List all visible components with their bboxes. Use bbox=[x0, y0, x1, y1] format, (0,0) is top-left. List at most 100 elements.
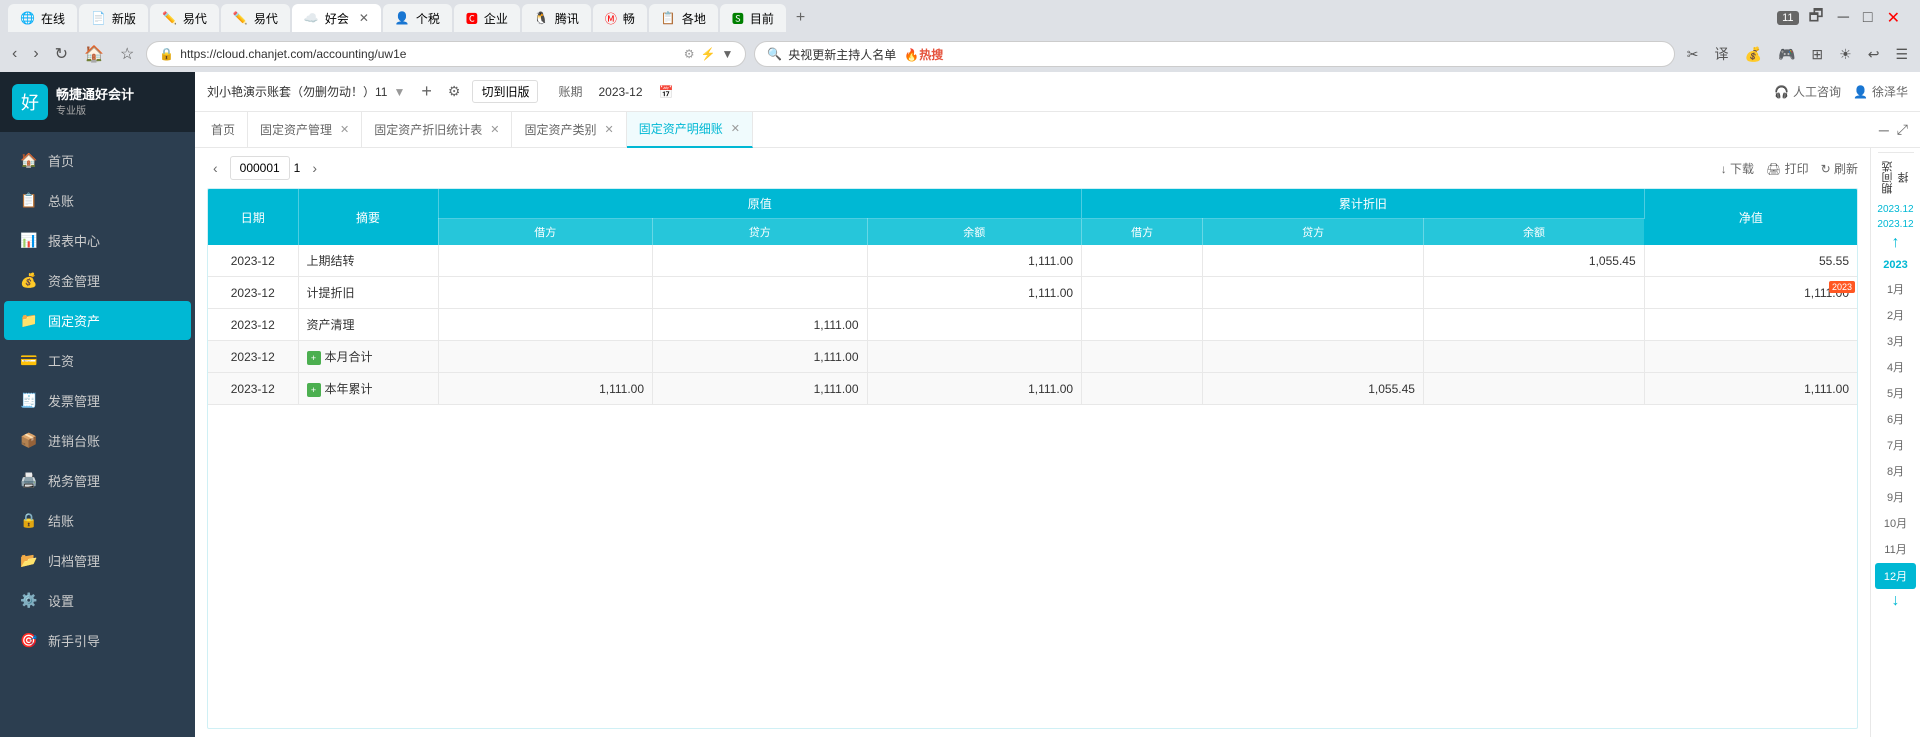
browser-tab-4[interactable]: ✏️ 易代 bbox=[221, 4, 290, 32]
hot-search-label[interactable]: 🔥热搜 bbox=[904, 46, 943, 63]
headset-icon: 🎧 bbox=[1774, 85, 1789, 99]
ledger-table: 日期 摘要 原值 累计折旧 净值 借方 贷方 余额 借方 bbox=[207, 188, 1858, 729]
tab-fixed-assets-mgmt[interactable]: 固定资产管理 ✕ bbox=[248, 112, 362, 148]
browser-tab-10[interactable]: 📋 各地 bbox=[649, 4, 718, 32]
cell-dep-debit-2 bbox=[1082, 277, 1203, 309]
tab-depreciation-stats[interactable]: 固定资产折旧统计表 ✕ bbox=[362, 112, 512, 148]
home-button[interactable]: 🏠 bbox=[80, 40, 108, 68]
page-number-input[interactable] bbox=[230, 156, 290, 180]
browser-tab-3[interactable]: ✏️ 易代 bbox=[150, 4, 219, 32]
sidebar-label-purchase-sales: 进销台账 bbox=[48, 431, 100, 450]
maximize-button[interactable]: □ bbox=[1859, 5, 1877, 31]
prev-page-button[interactable]: ‹ bbox=[207, 158, 224, 178]
user-info[interactable]: 👤 徐泽华 bbox=[1853, 83, 1908, 100]
address-bar[interactable]: 🔒 https://cloud.chanjet.com/accounting/u… bbox=[146, 41, 746, 67]
restore-window-button[interactable]: 🗗 bbox=[1805, 1, 1828, 36]
period-scroll-down-button[interactable]: ↓ bbox=[1871, 590, 1920, 612]
tab-close-5[interactable]: ✕ bbox=[359, 11, 369, 25]
period-label: 账期 bbox=[558, 83, 582, 100]
annual-icon: + bbox=[307, 383, 321, 397]
sidebar-item-guide[interactable]: 🎯 新手引导 bbox=[4, 621, 191, 660]
sidebar-item-funds[interactable]: 💰 资金管理 bbox=[4, 261, 191, 300]
account-selector[interactable]: 刘小艳演示账套（勿删勿动！）11 ▼ bbox=[207, 83, 405, 100]
tab-fixed-assets-mgmt-label: 固定资产管理 bbox=[260, 121, 332, 138]
period-month-9[interactable]: 9月 bbox=[1871, 484, 1920, 510]
search-bar[interactable]: 🔍 央视更新主持人名单 🔥热搜 bbox=[754, 41, 1674, 67]
back-button[interactable]: ‹ bbox=[8, 41, 21, 67]
browser-tab-9[interactable]: Ⓜ 畅 bbox=[593, 4, 647, 32]
cell-orig-credit-4: 1,111.00 bbox=[653, 341, 868, 373]
add-account-button[interactable]: + bbox=[417, 81, 436, 102]
payroll-icon: 💳 bbox=[20, 352, 38, 370]
browser-tab-1[interactable]: 🌐 在线 bbox=[8, 4, 77, 32]
brightness-icon[interactable]: ☀ bbox=[1835, 44, 1856, 65]
browser-tab-8[interactable]: 🐧 腾讯 bbox=[522, 4, 591, 32]
browser-tab-5[interactable]: ☁️ 好会 ✕ bbox=[292, 4, 381, 32]
tab-asset-category[interactable]: 固定资产类别 ✕ bbox=[512, 112, 626, 148]
browser-tab-7[interactable]: 🅲 企业 bbox=[454, 4, 520, 32]
tab-asset-detail-ledger[interactable]: 固定资产明细账 ✕ bbox=[627, 112, 753, 148]
game-icon[interactable]: 🎮 bbox=[1774, 44, 1799, 65]
sidebar-item-closing[interactable]: 🔒 结账 bbox=[4, 501, 191, 540]
sidebar-item-archive[interactable]: 📂 归档管理 bbox=[4, 541, 191, 580]
period-month-11[interactable]: 11月 bbox=[1871, 536, 1920, 562]
refresh-button[interactable]: ↻ 刷新 bbox=[1821, 160, 1858, 177]
period-scroll-up-button[interactable]: ↑ bbox=[1871, 232, 1920, 254]
history-icon[interactable]: ↩ bbox=[1864, 44, 1884, 65]
sidebar-item-settings[interactable]: ⚙️ 设置 bbox=[4, 581, 191, 620]
cell-dep-credit-1 bbox=[1203, 245, 1424, 277]
print-button[interactable]: 🖨 打印 bbox=[1766, 160, 1809, 177]
period-month-12[interactable]: 12月 bbox=[1875, 563, 1916, 589]
tab-label-6: 个税 bbox=[416, 10, 440, 27]
period-month-1[interactable]: 1月 bbox=[1871, 276, 1920, 302]
grid-icon[interactable]: ⊞ bbox=[1807, 44, 1827, 65]
download-button[interactable]: ↓ 下载 bbox=[1721, 160, 1754, 177]
minimize-tab-button[interactable]: ─ bbox=[1879, 122, 1889, 138]
browser-tab-6[interactable]: 👤 个税 bbox=[383, 4, 452, 32]
dropdown-arrow[interactable]: ▼ bbox=[721, 47, 733, 61]
period-month-5[interactable]: 5月 bbox=[1871, 380, 1920, 406]
next-page-button[interactable]: › bbox=[306, 158, 323, 178]
period-month-8[interactable]: 8月 bbox=[1871, 458, 1920, 484]
forward-button[interactable]: › bbox=[29, 41, 42, 67]
browser-tab-11[interactable]: 🆂 目前 bbox=[720, 4, 786, 32]
bookmark-button[interactable]: ☆ bbox=[116, 40, 138, 68]
tab-home[interactable]: 首页 bbox=[199, 112, 248, 148]
tab-asset-detail-ledger-close[interactable]: ✕ bbox=[731, 122, 740, 135]
period-month-10[interactable]: 10月 bbox=[1871, 510, 1920, 536]
close-window-button[interactable]: ✕ bbox=[1883, 4, 1904, 32]
cell-date-1: 2023-12 bbox=[208, 245, 298, 277]
period-month-4[interactable]: 4月 bbox=[1871, 354, 1920, 380]
tab-asset-category-close[interactable]: ✕ bbox=[605, 123, 614, 136]
sidebar-item-reports[interactable]: 📊 报表中心 bbox=[4, 221, 191, 260]
sidebar-item-purchase-sales[interactable]: 📦 进销台账 bbox=[4, 421, 191, 460]
wallet-icon[interactable]: 💰 bbox=[1741, 44, 1766, 65]
browser-tab-2[interactable]: 📄 新版 bbox=[79, 4, 148, 32]
sidebar-label-archive: 归档管理 bbox=[48, 551, 100, 570]
scissors-icon[interactable]: ✂ bbox=[1683, 44, 1703, 65]
cell-net-1: 55.55 bbox=[1644, 245, 1857, 277]
new-tab-button[interactable]: + bbox=[788, 5, 813, 31]
reload-button[interactable]: ↻ bbox=[51, 40, 72, 68]
sidebar-item-invoice[interactable]: 🧾 发票管理 bbox=[4, 381, 191, 420]
calendar-icon[interactable]: 📅 bbox=[659, 85, 674, 99]
switch-version-button[interactable]: 切到旧版 bbox=[472, 80, 538, 103]
menu-icon[interactable]: ☰ bbox=[1891, 44, 1912, 65]
sidebar-item-fixed-assets[interactable]: 📁 固定资产 bbox=[4, 301, 191, 340]
period-month-6[interactable]: 6月 bbox=[1871, 406, 1920, 432]
restore-tab-button[interactable]: ⤢ bbox=[1897, 121, 1908, 138]
sidebar-item-payroll[interactable]: 💳 工资 bbox=[4, 341, 191, 380]
right-panel-period-selector: 期间选择 2023.12 2023.12 ↑ 2023 1月 2月 3月 4月 … bbox=[1870, 148, 1920, 737]
account-settings-button[interactable]: ⚙ bbox=[448, 83, 461, 100]
sidebar-item-general-ledger[interactable]: 📋 总账 bbox=[4, 181, 191, 220]
period-month-7[interactable]: 7月 bbox=[1871, 432, 1920, 458]
sidebar-item-tax[interactable]: 🖨️ 税务管理 bbox=[4, 461, 191, 500]
consultation-button[interactable]: 🎧 人工咨询 bbox=[1774, 83, 1841, 100]
period-month-3[interactable]: 3月 bbox=[1871, 328, 1920, 354]
tab-fixed-assets-mgmt-close[interactable]: ✕ bbox=[340, 123, 349, 136]
tab-depreciation-stats-close[interactable]: ✕ bbox=[490, 123, 499, 136]
minimize-button[interactable]: ─ bbox=[1834, 5, 1853, 31]
translate-icon[interactable]: 译 bbox=[1711, 42, 1733, 66]
period-month-2[interactable]: 2月 bbox=[1871, 302, 1920, 328]
sidebar-item-home[interactable]: 🏠 首页 bbox=[4, 141, 191, 180]
